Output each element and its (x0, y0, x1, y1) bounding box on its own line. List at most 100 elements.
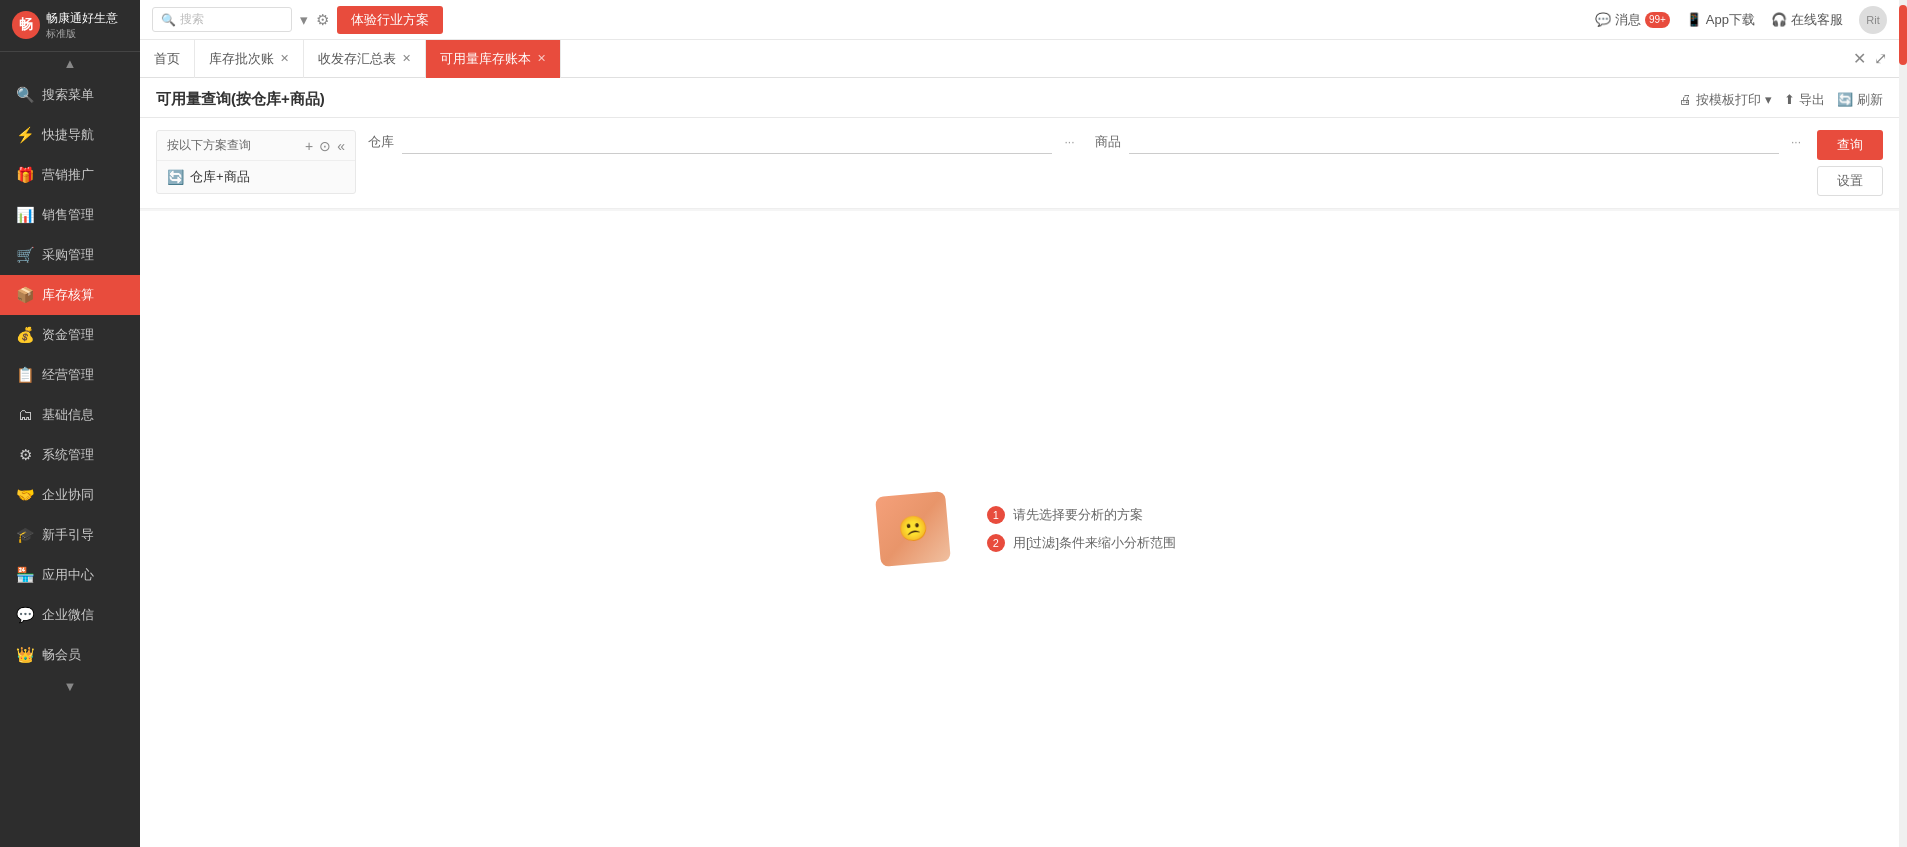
scroll-down-btn[interactable]: ▼ (0, 675, 140, 698)
app-download-btn[interactable]: 📱 App下载 (1686, 11, 1755, 29)
tab-home[interactable]: 首页 (140, 40, 195, 78)
tab-label: 库存批次账 (209, 50, 274, 68)
sidebar-item-label: 销售管理 (42, 206, 94, 224)
trial-btn[interactable]: 体验行业方案 (337, 6, 443, 34)
app-name: 畅康通好生意 (46, 10, 118, 27)
query-actions: 查询 设置 (1817, 130, 1883, 196)
tabs-actions: ✕ ⤢ (1841, 49, 1899, 68)
tab-close-icon[interactable]: ✕ (537, 52, 546, 65)
sidebar-item-operations[interactable]: 📋 经营管理 (0, 355, 140, 395)
goods-input[interactable] (1129, 130, 1779, 154)
sidebar-item-label: 企业协同 (42, 486, 94, 504)
sidebar-item-label: 快捷导航 (42, 126, 94, 144)
app-download-label: App下载 (1706, 11, 1755, 29)
print-label: 按模板打印 (1696, 91, 1761, 109)
refresh-btn[interactable]: 🔄 刷新 (1837, 91, 1883, 109)
goods-more-btn[interactable]: ··· (1787, 135, 1805, 149)
sidebar-item-finance[interactable]: 💰 资金管理 (0, 315, 140, 355)
page-header-actions: 🖨 按模板打印 ▾ ⬆ 导出 🔄 刷新 (1679, 91, 1883, 109)
print-btn[interactable]: 🖨 按模板打印 ▾ (1679, 91, 1772, 109)
sidebar-item-label: 畅会员 (42, 646, 81, 664)
sidebar-item-member[interactable]: 👑 畅会员 (0, 635, 140, 675)
right-scrollbar (1899, 0, 1907, 847)
sidebar-item-wechat[interactable]: 💬 企业微信 (0, 595, 140, 635)
sidebar-item-system[interactable]: ⚙ 系统管理 (0, 435, 140, 475)
sidebar-item-marketing[interactable]: 🎁 营销推广 (0, 155, 140, 195)
basicinfo-icon: 🗂 (16, 406, 34, 423)
guide-icon: 🎓 (16, 526, 34, 544)
scheme-label: 按以下方案查询 (167, 137, 251, 154)
sidebar-item-label: 基础信息 (42, 406, 94, 424)
tab-available-stock[interactable]: 可用量库存账本 ✕ (426, 40, 561, 78)
sidebar-item-quicknav[interactable]: ⚡ 快捷导航 (0, 115, 140, 155)
tab-label: 首页 (154, 50, 180, 68)
warehouse-input[interactable] (402, 130, 1052, 154)
expand-tab-btn[interactable]: ⤢ (1874, 49, 1887, 68)
setting-btn[interactable]: 设置 (1817, 166, 1883, 196)
sidebar-item-label: 采购管理 (42, 246, 94, 264)
tab-inventory-batch[interactable]: 库存批次账 ✕ (195, 40, 304, 78)
page-header: 可用量查询(按仓库+商品) 🖨 按模板打印 ▾ ⬆ 导出 🔄 刷新 (140, 78, 1899, 118)
message-label: 消息 (1615, 11, 1641, 29)
warehouse-more-btn[interactable]: ··· (1060, 135, 1078, 149)
sidebar-item-guide[interactable]: 🎓 新手引导 (0, 515, 140, 555)
empty-illustration (863, 479, 963, 579)
app-edition: 标准版 (46, 27, 118, 41)
empty-tips: 1 请先选择要分析的方案 2 用[过滤]条件来缩小分析范围 (987, 506, 1176, 552)
online-service-label: 在线客服 (1791, 11, 1843, 29)
sales-icon: 📊 (16, 206, 34, 224)
sidebar-item-label: 应用中心 (42, 566, 94, 584)
purchase-icon: 🛒 (16, 246, 34, 264)
sidebar-item-collab[interactable]: 🤝 企业协同 (0, 475, 140, 515)
empty-state: 1 请先选择要分析的方案 2 用[过滤]条件来缩小分析范围 (140, 211, 1899, 847)
message-btn[interactable]: 💬 消息 99+ (1595, 11, 1670, 29)
user-avatar[interactable]: Rit (1859, 6, 1887, 34)
logo-icon: 畅 (12, 11, 40, 39)
sidebar-item-sales[interactable]: 📊 销售管理 (0, 195, 140, 235)
collab-icon: 🤝 (16, 486, 34, 504)
sidebar-item-inventory[interactable]: 📦 库存核算 (0, 275, 140, 315)
scheme-rotate-icon: 🔄 (167, 169, 184, 185)
tab-stock-summary[interactable]: 收发存汇总表 ✕ (304, 40, 426, 78)
refresh-icon: 🔄 (1837, 92, 1853, 107)
sidebar-item-label: 库存核算 (42, 286, 94, 304)
topbar-dropdown-btn[interactable]: ▾ (300, 11, 308, 29)
tip-2-text: 用[过滤]条件来缩小分析范围 (1013, 534, 1176, 552)
sidebar-item-label: 营销推广 (42, 166, 94, 184)
sidebar-item-label: 企业微信 (42, 606, 94, 624)
query-fields: 仓库 ··· 商品 ··· (368, 130, 1805, 154)
inventory-icon: 📦 (16, 286, 34, 304)
collapse-scheme-btn[interactable]: « (337, 138, 345, 154)
scrollbar-thumb (1899, 5, 1907, 65)
settings-scheme-btn[interactable]: ⊙ (319, 138, 331, 154)
topbar-gear-icon[interactable]: ⚙ (316, 11, 329, 29)
goods-field-group: 商品 ··· (1095, 130, 1806, 154)
print-dropdown-icon: ▾ (1765, 92, 1772, 107)
tab-close-icon[interactable]: ✕ (280, 52, 289, 65)
export-btn[interactable]: ⬆ 导出 (1784, 91, 1825, 109)
scroll-up-btn[interactable]: ▲ (0, 52, 140, 75)
empty-box-icon (875, 491, 951, 567)
refresh-label: 刷新 (1857, 91, 1883, 109)
scheme-item-warehouse-goods[interactable]: 🔄 仓库+商品 (157, 161, 355, 193)
tabs-bar: 首页 库存批次账 ✕ 收发存汇总表 ✕ 可用量库存账本 ✕ ✕ ⤢ (140, 40, 1899, 78)
member-icon: 👑 (16, 646, 34, 664)
close-tab-btn[interactable]: ✕ (1853, 49, 1866, 68)
topbar-search[interactable]: 🔍 搜索 (152, 7, 292, 32)
page-title: 可用量查询(按仓库+商品) (156, 90, 325, 109)
tab-close-icon[interactable]: ✕ (402, 52, 411, 65)
online-service-icon: 🎧 (1771, 12, 1787, 27)
online-service-btn[interactable]: 🎧 在线客服 (1771, 11, 1843, 29)
quicknav-icon: ⚡ (16, 126, 34, 144)
sidebar-item-basicinfo[interactable]: 🗂 基础信息 (0, 395, 140, 435)
wechat-icon: 💬 (16, 606, 34, 624)
sidebar: 畅 畅康通好生意 标准版 ▲ 🔍 搜索菜单 ⚡ 快捷导航 🎁 营销推广 📊 销售… (0, 0, 140, 847)
sidebar-item-purchase[interactable]: 🛒 采购管理 (0, 235, 140, 275)
add-scheme-btn[interactable]: + (305, 138, 313, 154)
empty-tip-2: 2 用[过滤]条件来缩小分析范围 (987, 534, 1176, 552)
sidebar-item-search[interactable]: 🔍 搜索菜单 (0, 75, 140, 115)
query-btn[interactable]: 查询 (1817, 130, 1883, 160)
appcenter-icon: 🏪 (16, 566, 34, 584)
query-scheme-panel: 按以下方案查询 + ⊙ « 🔄 仓库+商品 (156, 130, 356, 194)
sidebar-item-appcenter[interactable]: 🏪 应用中心 (0, 555, 140, 595)
